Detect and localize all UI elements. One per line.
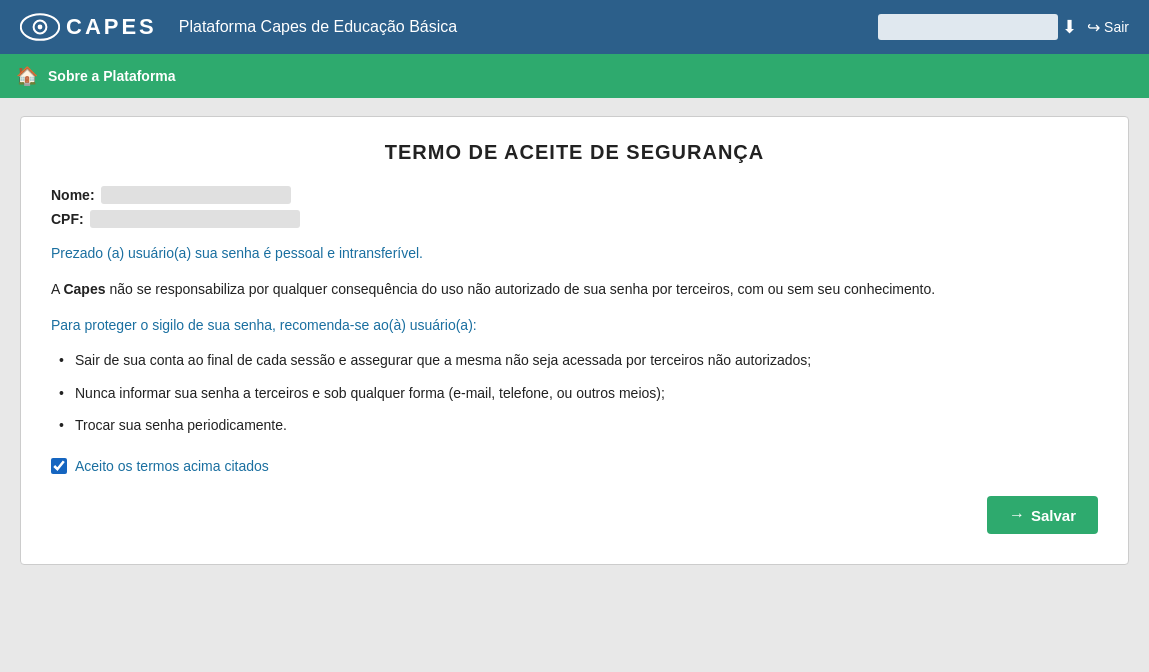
list-item-3: Trocar sua senha periodicamente. [59,414,1098,436]
home-icon[interactable]: 🏠 [16,65,38,87]
nome-row: Nome: [51,186,1098,204]
list-item-3-text: Trocar sua senha periodicamente. [75,417,287,433]
sobre-plataforma-link[interactable]: Sobre a Plataforma [48,68,176,84]
eye-icon [20,11,60,43]
cpf-label: CPF: [51,211,84,227]
capes-logo: CAPES [20,11,157,43]
save-label: Salvar [1031,507,1076,524]
user-info: Nome: CPF: [51,186,1098,228]
paragraph-1-text: Prezado (a) usuário(a) sua senha é pesso… [51,245,423,261]
top-navbar: CAPES Plataforma Capes de Educação Básic… [0,0,1149,54]
nome-value [101,186,291,204]
list-item-1: Sair de sua conta ao final de cada sessã… [59,349,1098,371]
save-arrow-icon: → [1009,506,1025,524]
list-item-2-text: Nunca informar sua senha a terceiros e s… [75,385,665,401]
paragraph-1: Prezado (a) usuário(a) sua senha é pesso… [51,242,1098,266]
logo-text: CAPES [66,14,157,40]
paragraph-2: A Capes não se responsabiliza por qualqu… [51,278,1098,302]
checkbox-label[interactable]: Aceito os termos acima citados [75,455,269,479]
term-text: Prezado (a) usuário(a) sua senha é pesso… [51,242,1098,478]
navbar-left: CAPES Plataforma Capes de Educação Básic… [20,11,457,43]
checkbox-row: Aceito os termos acima citados [51,455,1098,479]
logout-icon: ↪ [1087,18,1100,37]
svg-point-2 [38,25,43,30]
term-list: Sair de sua conta ao final de cada sessã… [59,349,1098,436]
logout-label: Sair [1104,19,1129,35]
list-item-1-text: Sair de sua conta ao final de cada sessã… [75,352,811,368]
download-icon[interactable]: ⬇ [1062,16,1077,38]
main-area: TERMO DE ACEITE DE SEGURANÇA Nome: CPF: … [0,98,1149,583]
page-title: TERMO DE ACEITE DE SEGURANÇA [51,141,1098,164]
navbar-right: ⬇ ↪ Sair [878,14,1129,40]
accept-checkbox[interactable] [51,458,67,474]
button-row: → Salvar [51,496,1098,534]
p2-suffix: não se responsabiliza por qualquer conse… [106,281,936,297]
cpf-row: CPF: [51,210,1098,228]
list-item-2: Nunca informar sua senha a terceiros e s… [59,382,1098,404]
p2-prefix: A [51,281,63,297]
search-input[interactable] [878,14,1058,40]
save-button[interactable]: → Salvar [987,496,1098,534]
cpf-value [90,210,300,228]
p2-bold: Capes [63,281,105,297]
paragraph-3: Para proteger o sigilo de sua senha, rec… [51,314,1098,338]
search-container: ⬇ [878,14,1077,40]
sub-navbar: 🏠 Sobre a Plataforma [0,54,1149,98]
content-card: TERMO DE ACEITE DE SEGURANÇA Nome: CPF: … [20,116,1129,565]
navbar-title: Plataforma Capes de Educação Básica [179,18,457,36]
nome-label: Nome: [51,187,95,203]
paragraph-3-text: Para proteger o sigilo de sua senha, rec… [51,317,477,333]
logout-button[interactable]: ↪ Sair [1087,18,1129,37]
